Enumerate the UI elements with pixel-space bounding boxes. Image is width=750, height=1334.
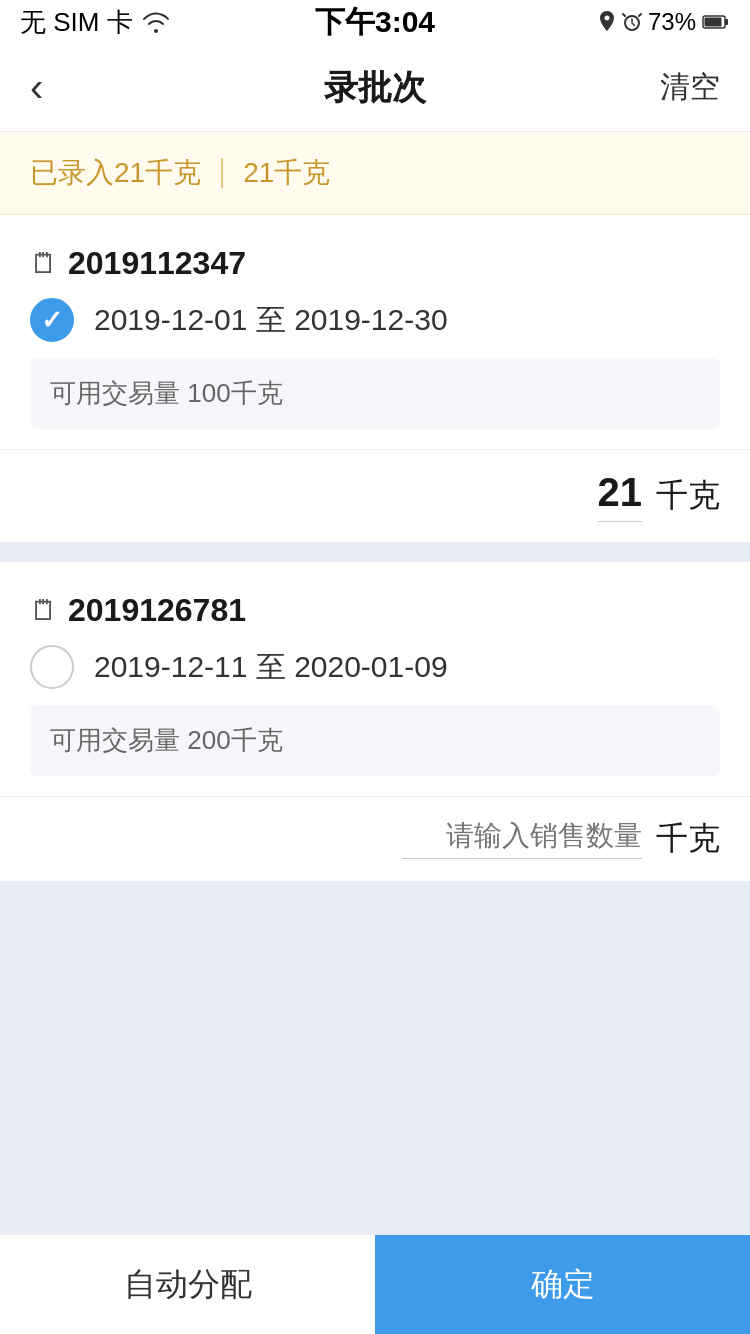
amount-unit-2: 千克 [656,817,720,861]
batch-header-2: 🗒 2019126781 [30,592,720,629]
batch-date-row-2[interactable]: 2019-12-11 至 2020-01-09 [30,645,720,689]
recorded-amount: 已录入21千克 [30,154,201,192]
sales-quantity-input[interactable] [402,820,642,852]
batch-id-2: 2019126781 [68,592,246,629]
no-sim-text: 无 SIM 卡 [20,5,133,40]
batch-item-2: 🗒 2019126781 2019-12-11 至 2020-01-09 可用交… [0,562,750,796]
svg-rect-2 [725,19,728,25]
amount-input-wrap-2[interactable] [402,820,642,859]
nav-bar: ‹ 录批次 清空 [0,44,750,132]
auto-distribute-button[interactable]: 自动分配 [0,1235,375,1334]
batch-availability-2: 可用交易量 200千克 [30,705,720,776]
batch-date-row-1[interactable]: ✓ 2019-12-01 至 2019-12-30 [30,298,720,342]
amount-row-2: 千克 [0,796,750,881]
page-title: 录批次 [324,65,426,111]
amount-unit-1: 千克 [656,474,720,518]
radio-unselected-2[interactable] [30,645,74,689]
location-icon [598,11,616,33]
batch-item-1: 🗒 2019112347 ✓ 2019-12-01 至 2019-12-30 可… [0,215,750,449]
confirm-button[interactable]: 确定 [375,1235,750,1334]
batch-doc-icon-1: 🗒 [30,247,58,280]
status-time: 下午3:04 [315,2,435,43]
radio-selected-1[interactable]: ✓ [30,298,74,342]
battery-percent: 73% [648,8,696,36]
batch-header-1: 🗒 2019112347 [30,245,720,282]
batch-availability-1: 可用交易量 100千克 [30,358,720,429]
status-right: 73% [598,8,730,36]
battery-icon [702,14,730,30]
batch-id-1: 2019112347 [68,245,246,282]
back-button[interactable]: ‹ [30,65,90,110]
amount-value-1: 21 [598,470,643,515]
batch-doc-icon-2: 🗒 [30,594,58,627]
info-banner: 已录入21千克 21千克 [0,132,750,215]
status-bar: 无 SIM 卡 下午3:04 73% [0,0,750,44]
status-left: 无 SIM 卡 [20,5,171,40]
check-mark-1: ✓ [41,305,63,336]
batch-date-2: 2019-12-11 至 2020-01-09 [94,647,448,688]
section-separator [0,542,750,562]
wifi-icon [141,11,171,33]
svg-rect-3 [705,18,722,27]
alarm-icon [622,11,642,33]
clear-button[interactable]: 清空 [660,67,720,108]
banner-divider [221,158,223,188]
amount-input-wrap-1[interactable]: 21 [598,470,643,522]
amount-row-1: 21 千克 [0,449,750,542]
total-amount: 21千克 [243,154,330,192]
batch-date-1: 2019-12-01 至 2019-12-30 [94,300,448,341]
bottom-bar: 自动分配 确定 [0,1234,750,1334]
